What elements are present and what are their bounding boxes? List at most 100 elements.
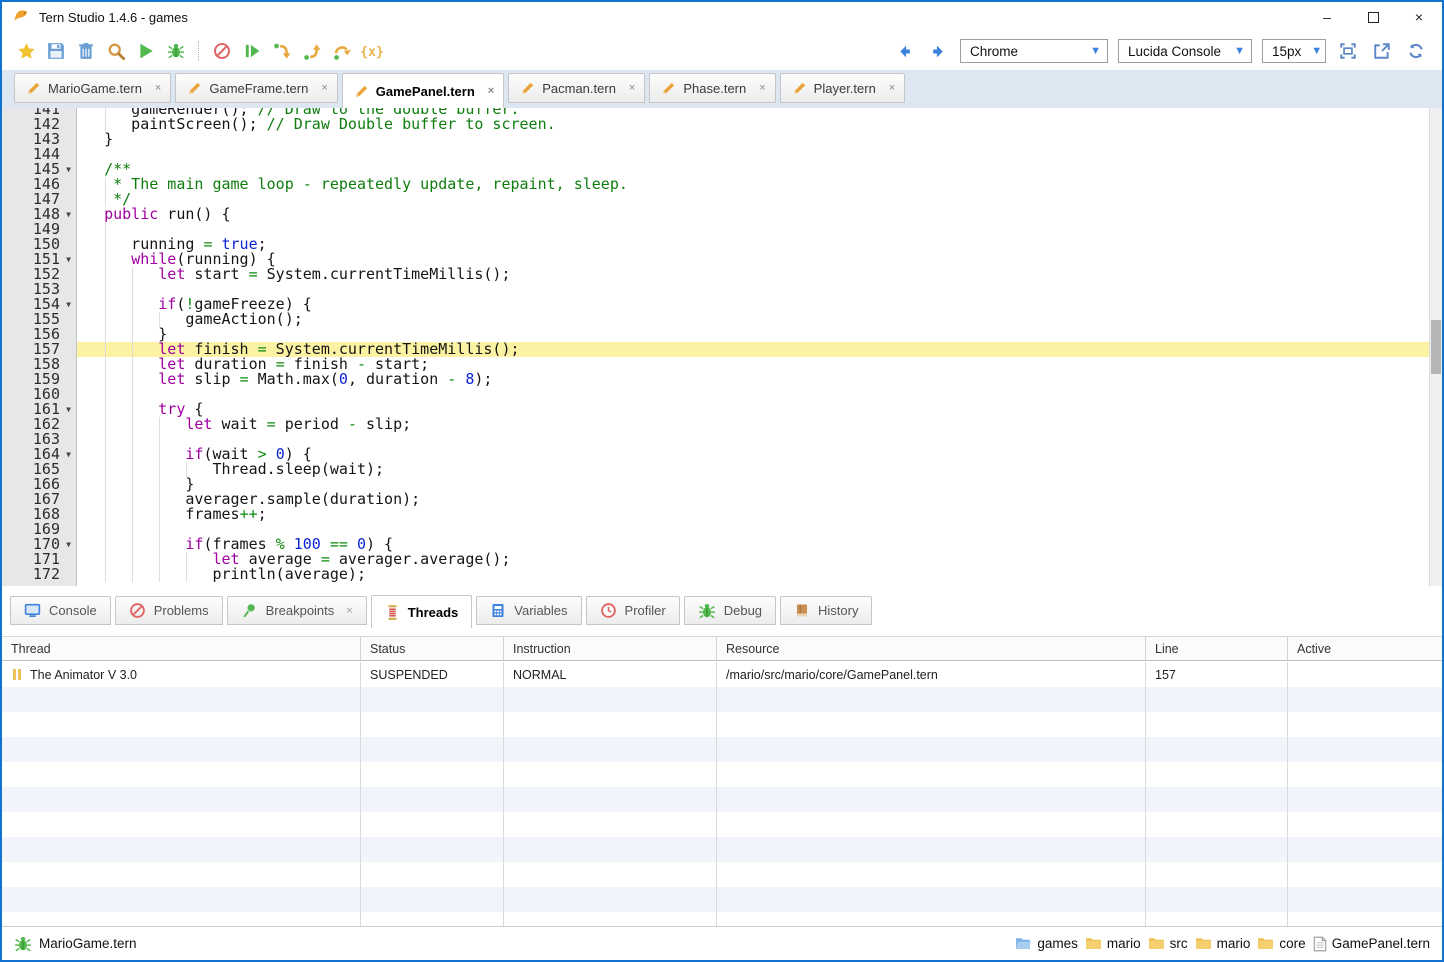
- panel-tab-threads[interactable]: Threads: [370, 595, 473, 628]
- close-icon[interactable]: ×: [488, 85, 494, 97]
- code-text[interactable]: running = true;: [77, 237, 1429, 252]
- breadcrumb-item-mario[interactable]: mario: [1195, 936, 1250, 951]
- breadcrumb-item-gamepanel-tern[interactable]: GamePanel.tern: [1313, 936, 1430, 952]
- delete-button[interactable]: [74, 39, 98, 63]
- code-text[interactable]: frames++;: [77, 507, 1429, 522]
- file-tab-gameframe-tern[interactable]: GameFrame.tern ×: [175, 73, 338, 103]
- code-text[interactable]: }: [77, 132, 1429, 147]
- code-text[interactable]: println(average);: [77, 567, 1429, 582]
- cell-thread: [2, 787, 360, 812]
- problems-icon: [129, 602, 146, 619]
- font-size-select[interactable]: 15px ▼: [1262, 39, 1326, 63]
- close-icon[interactable]: ×: [889, 82, 895, 94]
- variables-icon: [490, 602, 506, 619]
- panel-tab-label: Threads: [407, 604, 459, 620]
- editor-scrollbar[interactable]: [1429, 108, 1442, 586]
- fold-toggle-icon[interactable]: ▼: [60, 297, 77, 312]
- step-out-button[interactable]: [300, 39, 324, 63]
- column-header-status[interactable]: Status: [360, 637, 503, 660]
- panel-tab-label: Profiler: [624, 603, 666, 618]
- nav-forward-button[interactable]: [926, 39, 950, 63]
- fold-toggle-icon[interactable]: ▼: [60, 162, 77, 177]
- code-text[interactable]: paintScreen(); // Draw Double buffer to …: [77, 117, 1429, 132]
- suspended-pause-icon: [13, 669, 21, 680]
- code-text[interactable]: * The main game loop - repeatedly update…: [77, 177, 1429, 192]
- fullscreen-button[interactable]: [1336, 39, 1360, 63]
- cell-instruction: [503, 737, 716, 762]
- breadcrumb-item-src[interactable]: src: [1148, 936, 1188, 951]
- close-button[interactable]: ×: [1396, 2, 1442, 32]
- column-header-active[interactable]: Active: [1287, 637, 1442, 660]
- font-size-select-value: 15px: [1272, 43, 1302, 59]
- font-select[interactable]: Lucida Console ▼: [1118, 39, 1252, 63]
- minimize-button[interactable]: –: [1304, 2, 1350, 32]
- code-text[interactable]: let start = System.currentTimeMillis();: [77, 267, 1429, 282]
- fold-gutter: [60, 342, 77, 357]
- search-button[interactable]: [104, 39, 128, 63]
- fold-toggle-icon[interactable]: ▼: [60, 537, 77, 552]
- line-number[interactable]: 172: [2, 567, 60, 582]
- save-button[interactable]: [44, 39, 68, 63]
- file-tab-mariogame-tern[interactable]: MarioGame.tern ×: [14, 73, 172, 103]
- column-header-line[interactable]: Line: [1145, 637, 1287, 660]
- panel-tab-console[interactable]: Console: [10, 596, 111, 625]
- fold-toggle-icon[interactable]: ▼: [60, 252, 77, 267]
- code-text[interactable]: let wait = period - slip;: [77, 417, 1429, 432]
- code-text[interactable]: averager.sample(duration);: [77, 492, 1429, 507]
- panel-tab-profiler[interactable]: Profiler: [585, 596, 680, 625]
- code-text[interactable]: [77, 387, 1429, 402]
- code-text[interactable]: Thread.sleep(wait);: [77, 462, 1429, 477]
- close-icon[interactable]: ×: [155, 82, 161, 94]
- refresh-button[interactable]: [1404, 39, 1428, 63]
- maximize-button[interactable]: [1350, 2, 1396, 32]
- cell-active: [1287, 762, 1442, 787]
- code-text[interactable]: */: [77, 192, 1429, 207]
- close-icon[interactable]: ×: [759, 82, 765, 94]
- cell-line: [1145, 712, 1287, 737]
- thread-row[interactable]: The Animator V 3.0 SUSPENDED NORMAL/mario/…: [2, 662, 1442, 687]
- code-text[interactable]: [77, 222, 1429, 237]
- editor-scrollbar-thumb[interactable]: [1431, 320, 1441, 374]
- panel-tab-debug[interactable]: Debug: [683, 596, 777, 625]
- nav-back-button[interactable]: [892, 39, 916, 63]
- chevron-down-icon: ▼: [1311, 45, 1323, 57]
- breadcrumb-item-mario[interactable]: mario: [1085, 936, 1141, 951]
- file-tab-pacman-tern[interactable]: Pacman.tern ×: [508, 73, 646, 103]
- close-icon[interactable]: ×: [346, 605, 352, 617]
- column-header-resource[interactable]: Resource: [716, 637, 1145, 660]
- code-text[interactable]: let slip = Math.max(0, duration - 8);: [77, 372, 1429, 387]
- resume-button[interactable]: [240, 39, 264, 63]
- code-editor[interactable]: 141 gameRender(); // Draw to the double …: [2, 108, 1442, 586]
- code-text[interactable]: public run() {: [77, 207, 1429, 222]
- status-bar: MarioGame.tern games mario src mario core Gam…: [2, 926, 1442, 960]
- open-external-button[interactable]: [1370, 39, 1394, 63]
- column-header-instruction[interactable]: Instruction: [503, 637, 716, 660]
- fold-toggle-icon[interactable]: ▼: [60, 447, 77, 462]
- step-over-button[interactable]: [330, 39, 354, 63]
- panel-tab-variables[interactable]: Variables: [476, 596, 582, 625]
- run-button[interactable]: [134, 39, 158, 63]
- column-header-thread[interactable]: Thread: [2, 637, 360, 660]
- panel-tab-breakpoints[interactable]: Breakpoints ×: [226, 596, 367, 625]
- fold-toggle-icon[interactable]: ▼: [60, 402, 77, 417]
- debug-button[interactable]: [164, 39, 188, 63]
- fold-toggle-icon[interactable]: ▼: [60, 207, 77, 222]
- step-out-icon: [303, 42, 322, 61]
- code-text[interactable]: gameAction();: [77, 312, 1429, 327]
- panel-tab-problems[interactable]: Problems: [114, 596, 223, 625]
- breadcrumb-item-games[interactable]: games: [1015, 936, 1078, 951]
- file-tab-player-tern[interactable]: Player.tern ×: [779, 73, 906, 103]
- close-icon[interactable]: ×: [629, 82, 635, 94]
- stop-button[interactable]: [210, 39, 234, 63]
- code-text[interactable]: [77, 147, 1429, 162]
- favorite-button[interactable]: [14, 39, 38, 63]
- evaluate-button[interactable]: {x}: [360, 39, 384, 63]
- file-tab-phase-tern[interactable]: Phase.tern ×: [649, 73, 776, 103]
- folder-icon: [1148, 936, 1165, 951]
- browser-select[interactable]: Chrome ▼: [960, 39, 1108, 63]
- panel-tab-history[interactable]: History: [780, 596, 873, 625]
- close-icon[interactable]: ×: [321, 82, 327, 94]
- step-into-button[interactable]: [270, 39, 294, 63]
- file-tab-gamepanel-tern[interactable]: GamePanel.tern ×: [341, 73, 505, 108]
- breadcrumb-item-core[interactable]: core: [1257, 936, 1306, 951]
